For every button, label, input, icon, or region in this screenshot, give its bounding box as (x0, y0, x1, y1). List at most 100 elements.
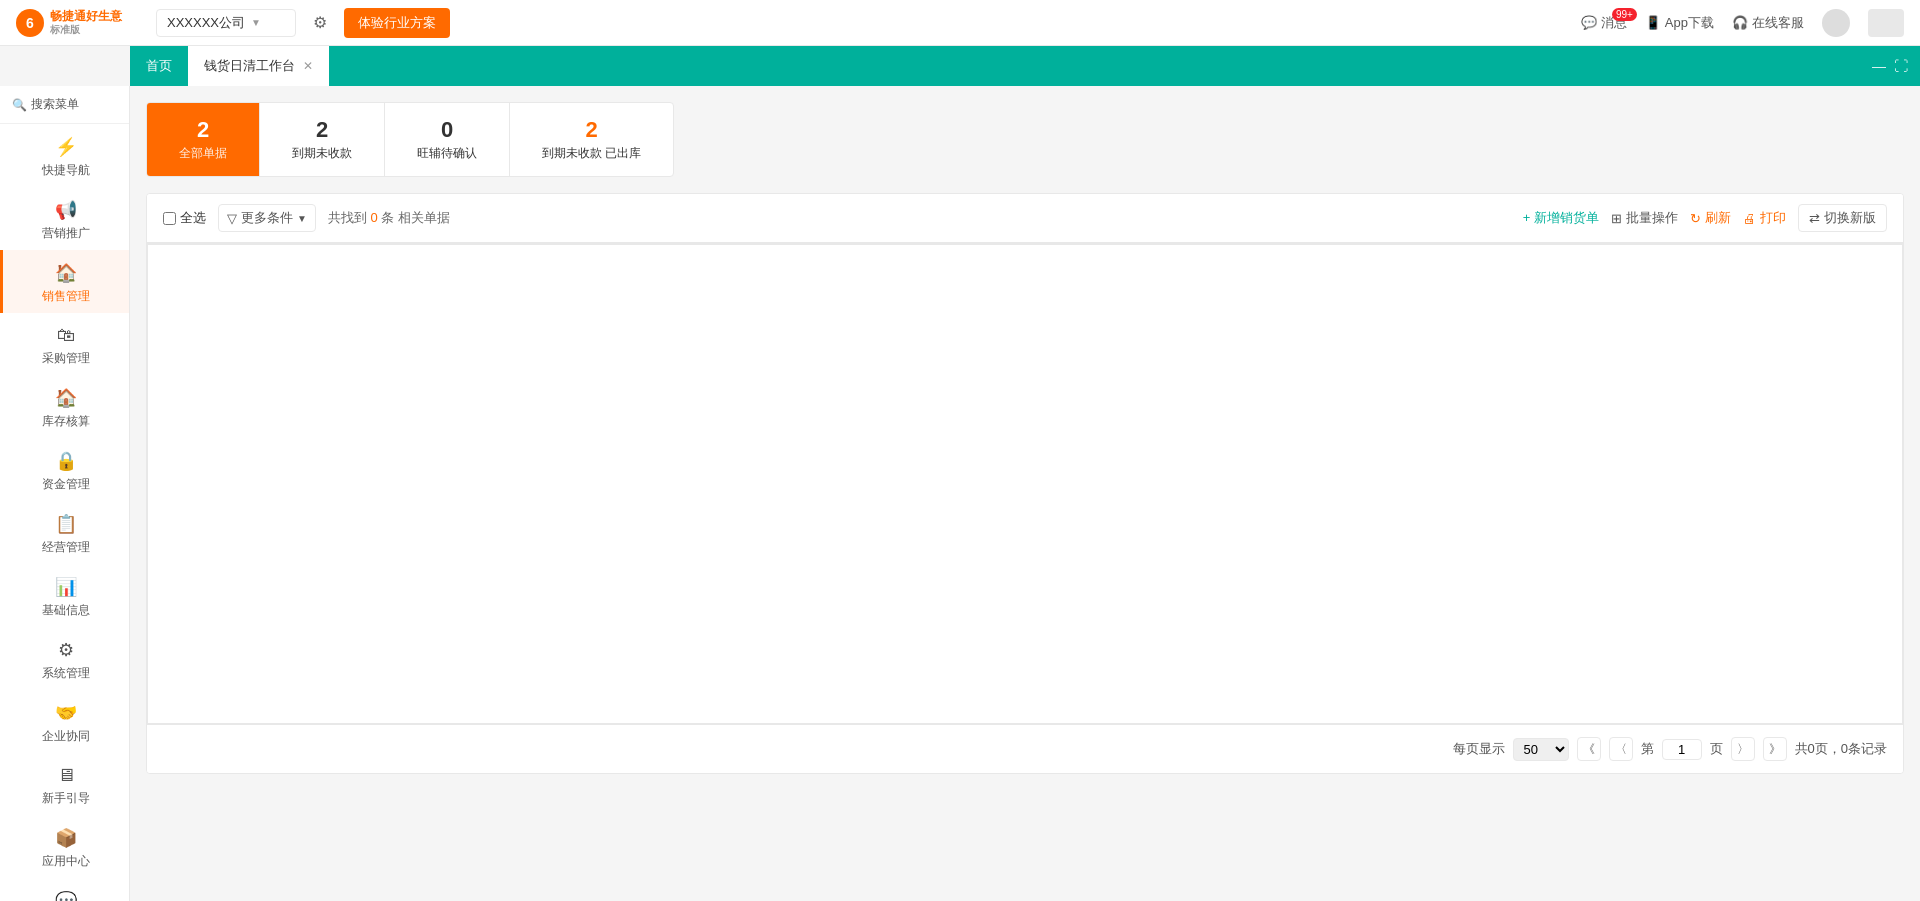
sidebar-item-quick-nav[interactable]: ⚡ 快捷导航 (0, 124, 129, 187)
filter-icon: ▽ (227, 211, 237, 226)
sidebar-item-sales[interactable]: 🏠 销售管理 (0, 250, 129, 313)
guide-icon: 🖥 (57, 765, 75, 786)
batch-operation-button[interactable]: ⊞ 批量操作 (1611, 209, 1678, 227)
sidebar-item-inventory[interactable]: 🏠 库存核算 (0, 375, 129, 438)
stat-card-wangwang[interactable]: 0 旺辅待确认 (385, 103, 510, 176)
print-icon: 🖨 (1743, 211, 1756, 226)
tab-workbench[interactable]: 钱货日清工作台 ✕ (188, 46, 329, 86)
search-menu-btn[interactable]: 🔍 搜索菜单 (0, 86, 129, 124)
logo-icon: 6 (16, 9, 44, 37)
search-icon: 🔍 (12, 98, 27, 112)
stat-card-overdue[interactable]: 2 到期未收款 (260, 103, 385, 176)
expand-icon[interactable]: ⛶ (1894, 58, 1908, 74)
nav-tab-actions: — ⛶ (1872, 58, 1920, 74)
stat-label-all: 全部单据 (179, 145, 227, 162)
sidebar-item-guide[interactable]: 🖥 新手引导 (0, 753, 129, 815)
toolbar-left: 全选 ▽ 更多条件 ▼ 共找到 0 条 相关单据 (163, 204, 1511, 232)
quick-nav-icon: ⚡ (55, 136, 77, 158)
content-wrapper: 全选 ▽ 更多条件 ▼ 共找到 0 条 相关单据 (146, 193, 1904, 774)
first-page-icon: 《 (1583, 741, 1595, 758)
last-page-button[interactable]: 》 (1763, 737, 1787, 761)
purchase-icon: 🛍 (57, 325, 75, 346)
company-selector[interactable]: XXXXXX公司 ▼ (156, 9, 296, 37)
sidebar-item-purchase[interactable]: 🛍 采购管理 (0, 313, 129, 375)
sidebar-item-marketing[interactable]: 📢 营销推广 (0, 187, 129, 250)
operations-icon: 📋 (55, 513, 77, 535)
prev-page-button[interactable]: 〈 (1609, 737, 1633, 761)
chevron-down-icon: ▼ (251, 17, 261, 28)
enterprise-icon: 🤝 (55, 702, 77, 724)
app-download-btn[interactable]: 📱 App下载 (1645, 14, 1714, 32)
sidebar: 🔍 搜索菜单 ⚡ 快捷导航 📢 营销推广 🏠 销售管理 🛍 采购管理 🏠 库存核… (0, 86, 130, 901)
close-tab-icon[interactable]: ✕ (303, 59, 313, 73)
user-name-btn[interactable] (1868, 9, 1904, 37)
messages-badge: 99+ (1612, 8, 1637, 21)
settings-icon[interactable]: ⚙ (304, 7, 336, 39)
found-text: 共找到 0 条 相关单据 (328, 209, 450, 227)
message-icon: 💬 (1581, 15, 1597, 30)
page-label: 第 (1641, 740, 1654, 758)
finance-icon: 🔒 (55, 450, 77, 472)
main-content: 2 全部单据 2 到期未收款 0 旺辅待确认 2 到期未收款 已出库 (130, 86, 1920, 901)
stat-num-overdue-shipped: 2 (542, 117, 641, 143)
stat-cards: 2 全部单据 2 到期未收款 0 旺辅待确认 2 到期未收款 已出库 (146, 102, 674, 177)
tab-home[interactable]: 首页 (130, 46, 188, 86)
found-count: 0 (371, 210, 378, 225)
total-count-text: 共0页，0条记录 (1795, 740, 1887, 758)
sidebar-item-finance[interactable]: 🔒 资金管理 (0, 438, 129, 501)
system-icon: ⚙ (58, 639, 74, 661)
minimize-icon[interactable]: — (1872, 58, 1886, 74)
experience-button[interactable]: 体验行业方案 (344, 8, 450, 38)
marketing-icon: 📢 (55, 199, 77, 221)
select-all-input[interactable] (163, 212, 176, 225)
sidebar-item-system[interactable]: ⚙ 系统管理 (0, 627, 129, 690)
select-all-checkbox[interactable]: 全选 (163, 209, 206, 227)
app-icon: 📱 (1645, 15, 1661, 30)
next-page-icon: 〉 (1737, 741, 1749, 758)
stat-card-overdue-shipped[interactable]: 2 到期未收款 已出库 (510, 103, 673, 176)
basics-icon: 📊 (55, 576, 77, 598)
inventory-icon: 🏠 (55, 387, 77, 409)
last-page-icon: 》 (1769, 741, 1781, 758)
toolbar: 全选 ▽ 更多条件 ▼ 共找到 0 条 相关单据 (147, 194, 1903, 243)
refresh-button[interactable]: ↻ 刷新 (1690, 209, 1731, 227)
print-button[interactable]: 🖨 打印 (1743, 209, 1786, 227)
layout: 🔍 搜索菜单 ⚡ 快捷导航 📢 营销推广 🏠 销售管理 🛍 采购管理 🏠 库存核… (0, 86, 1920, 901)
stat-label-overdue: 到期未收款 (292, 145, 352, 162)
first-page-button[interactable]: 《 (1577, 737, 1601, 761)
nav-tabs: 首页 钱货日清工作台 ✕ — ⛶ (130, 46, 1920, 86)
online-service-btn[interactable]: 🎧 在线客服 (1732, 14, 1804, 32)
stat-num-wangwang: 0 (417, 117, 477, 143)
add-sales-order-button[interactable]: + 新增销货单 (1523, 209, 1599, 227)
avatar[interactable] (1822, 9, 1850, 37)
sidebar-item-operations[interactable]: 📋 经营管理 (0, 501, 129, 564)
top-header: 6 畅捷通好生意 标准版 XXXXXX公司 ▼ ⚙ 体验行业方案 💬 消息 99… (0, 0, 1920, 46)
messages-btn[interactable]: 💬 消息 99+ (1581, 14, 1627, 32)
page-size-label: 每页显示 (1453, 740, 1505, 758)
stat-card-all[interactable]: 2 全部单据 (147, 103, 260, 176)
logo-area: 6 畅捷通好生意 标准版 (16, 9, 146, 37)
logo-text: 畅捷通好生意 标准版 (50, 9, 122, 35)
service-icon: 🎧 (1732, 15, 1748, 30)
table-area (147, 244, 1903, 724)
stat-label-wangwang: 旺辅待确认 (417, 145, 477, 162)
stat-num-all: 2 (179, 117, 227, 143)
prev-page-icon: 〈 (1615, 741, 1627, 758)
next-page-button[interactable]: 〉 (1731, 737, 1755, 761)
stat-num-overdue: 2 (292, 117, 352, 143)
sidebar-item-enterprise[interactable]: 🤝 企业协同 (0, 690, 129, 753)
sidebar-item-appstore[interactable]: 📦 应用中心 (0, 815, 129, 878)
toolbar-right: + 新增销货单 ⊞ 批量操作 ↻ 刷新 🖨 打印 (1523, 204, 1887, 232)
switch-icon: ⇄ (1809, 211, 1820, 226)
refresh-icon: ↻ (1690, 211, 1701, 226)
switch-version-button[interactable]: ⇄ 切换新版 (1798, 204, 1887, 232)
sales-icon: 🏠 (55, 262, 77, 284)
page-number-input[interactable] (1662, 739, 1702, 760)
stat-label-overdue-shipped: 到期未收款 已出库 (542, 145, 641, 162)
page-size-select[interactable]: 50 10 20 100 (1513, 738, 1569, 761)
wechat-icon: 💬 (55, 890, 77, 901)
filter-button[interactable]: ▽ 更多条件 ▼ (218, 204, 316, 232)
header-right: 💬 消息 99+ 📱 App下载 🎧 在线客服 (1581, 9, 1904, 37)
sidebar-item-wechat[interactable]: 💬 企业微信 (0, 878, 129, 901)
sidebar-item-basics[interactable]: 📊 基础信息 (0, 564, 129, 627)
